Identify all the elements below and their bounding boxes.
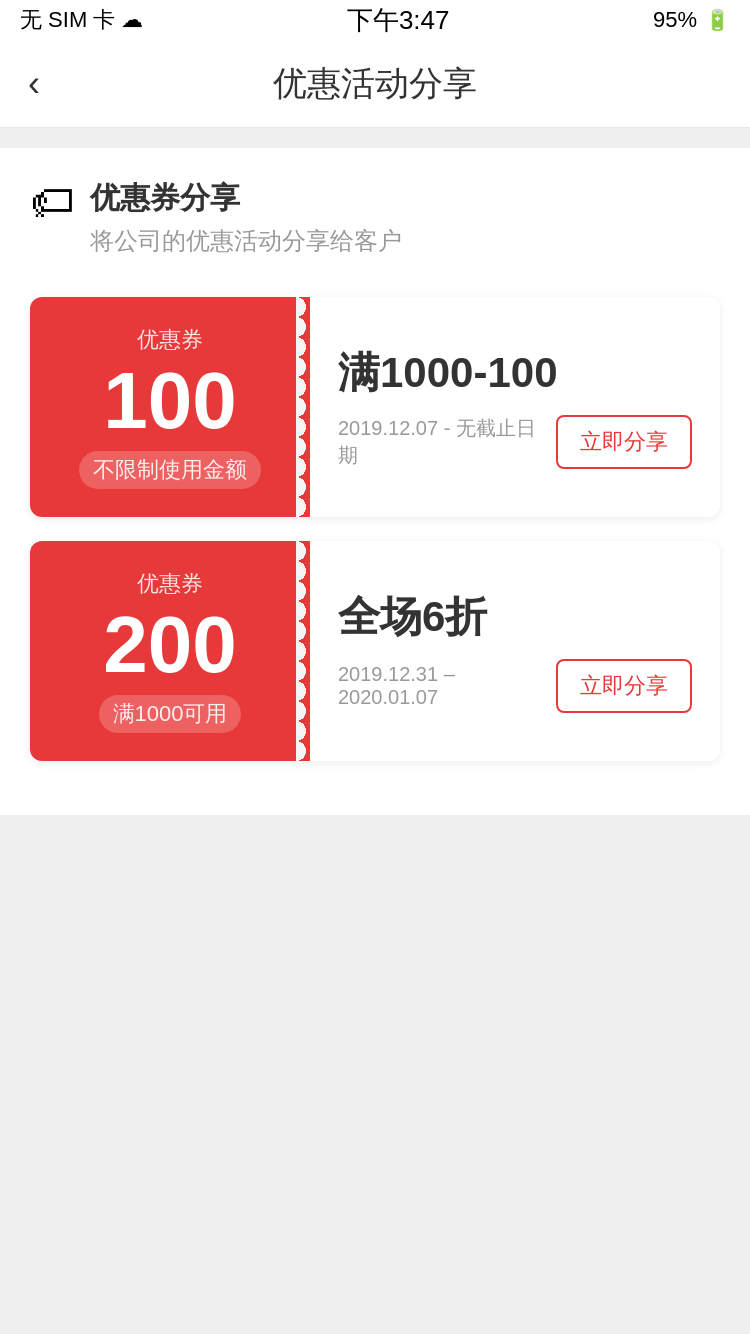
coupon-list: 优惠券 100 不限制使用金额 满1000-100 2019.12.07 - 无… xyxy=(0,277,750,815)
coupon-icon: 🏷 xyxy=(30,180,74,224)
sim-text: 无 SIM 卡 ☁ xyxy=(20,5,143,35)
coupon-right-2: 全场6折 2019.12.31 – 2020.01.07 立即分享 xyxy=(310,541,720,761)
share-button-2[interactable]: 立即分享 xyxy=(556,659,692,713)
empty-area xyxy=(0,815,750,1334)
section-title: 优惠券分享 xyxy=(90,178,402,219)
section-text: 优惠券分享 将公司的优惠活动分享给客户 xyxy=(90,178,402,257)
section-header: 🏷 优惠券分享 将公司的优惠活动分享给客户 xyxy=(0,148,750,277)
coupon-left-1: 优惠券 100 不限制使用金额 xyxy=(30,297,310,517)
coupon-amount-2: 200 xyxy=(103,605,236,685)
page-title: 优惠活动分享 xyxy=(273,61,477,107)
back-button[interactable]: ‹ xyxy=(28,63,40,105)
battery-icon: 🔋 xyxy=(705,8,730,32)
coupon-card-2: 优惠券 200 满1000可用 全场6折 2019.12.31 – 2020.0… xyxy=(30,541,720,761)
coupon-bottom-2: 2019.12.31 – 2020.01.07 立即分享 xyxy=(338,659,692,713)
coupon-date-1: 2019.12.07 - 无截止日期 xyxy=(338,415,546,469)
coupon-label-1: 优惠券 xyxy=(137,325,203,355)
share-button-1[interactable]: 立即分享 xyxy=(556,415,692,469)
coupon-name-2: 全场6折 xyxy=(338,589,692,645)
nav-bar: ‹ 优惠活动分享 xyxy=(0,40,750,128)
status-bar: 无 SIM 卡 ☁ 下午3:47 95% 🔋 xyxy=(0,0,750,40)
coupon-bottom-1: 2019.12.07 - 无截止日期 立即分享 xyxy=(338,415,692,469)
coupon-condition-1: 不限制使用金额 xyxy=(79,451,261,489)
coupon-condition-2: 满1000可用 xyxy=(99,695,242,733)
section-desc: 将公司的优惠活动分享给客户 xyxy=(90,225,402,257)
status-right: 95% 🔋 xyxy=(653,7,730,33)
coupon-card-1: 优惠券 100 不限制使用金额 满1000-100 2019.12.07 - 无… xyxy=(30,297,720,517)
coupon-amount-1: 100 xyxy=(103,361,236,441)
coupon-left-2: 优惠券 200 满1000可用 xyxy=(30,541,310,761)
status-time: 下午3:47 xyxy=(347,3,450,38)
status-left: 无 SIM 卡 ☁ xyxy=(20,5,143,35)
coupon-right-1: 满1000-100 2019.12.07 - 无截止日期 立即分享 xyxy=(310,297,720,517)
coupon-name-1: 满1000-100 xyxy=(338,345,692,401)
battery-text: 95% xyxy=(653,7,697,33)
coupon-label-2: 优惠券 xyxy=(137,569,203,599)
coupon-date-2: 2019.12.31 – 2020.01.07 xyxy=(338,663,546,709)
